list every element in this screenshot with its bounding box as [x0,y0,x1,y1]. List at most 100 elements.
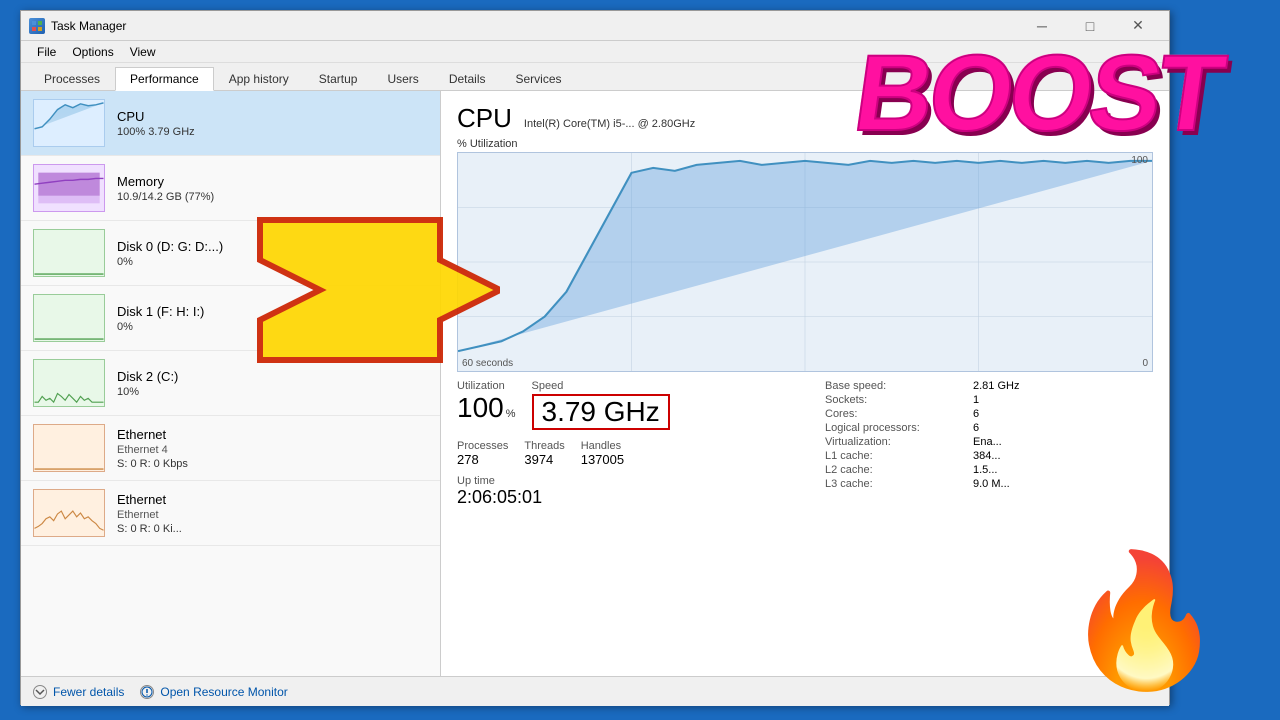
right-panel: CPU Intel(R) Core(TM) i5-... @ 2.80GHz %… [441,91,1169,676]
cpu-title: CPU [457,103,512,134]
tab-performance[interactable]: Performance [115,67,214,91]
resource-monitor-label: Open Resource Monitor [160,685,287,699]
list-item-disk0[interactable]: Disk 0 (D: G: D:...) 0% [21,221,440,286]
virtualization-label: Virtualization: [825,436,965,448]
chart-time-label: 60 seconds [462,358,513,369]
mem-mini-graph [33,164,105,212]
fewer-details-button[interactable]: Fewer details [33,685,124,699]
l1-value: 384... [973,450,1153,462]
virtualization-value: Ena... [973,436,1153,448]
maximize-button[interactable]: □ [1067,12,1113,40]
cpu-name: CPU [117,109,428,124]
cpu-header: CPU Intel(R) Core(TM) i5-... @ 2.80GHz [457,103,1153,134]
handles-label: Handles [581,440,624,452]
cpu-stat: 100% 3.79 GHz [117,126,428,138]
processes-stat: Processes 278 [457,440,508,467]
threads-stat: Threads 3974 [524,440,564,467]
speed-stat-label: Speed [532,380,670,392]
tab-startup[interactable]: Startup [304,66,373,90]
cpu-subtitle: Intel(R) Core(TM) i5-... @ 2.80GHz [524,118,695,130]
processes-value: 278 [457,452,508,467]
tab-details[interactable]: Details [434,66,501,90]
speed-stat: Speed 3.79 GHz [532,380,670,430]
menu-file[interactable]: File [29,43,64,61]
list-item-eth4[interactable]: Ethernet Ethernet 4 S: 0 R: 0 Kbps [21,416,440,481]
eth4-info: Ethernet Ethernet 4 S: 0 R: 0 Kbps [117,427,428,470]
utilization-stat-label: Utilization [457,380,516,392]
statusbar: Fewer details Open Resource Monitor [21,676,1169,706]
menu-view[interactable]: View [122,43,164,61]
right-info: Utilization 100 % Speed 3.79 GHz [457,380,1153,508]
base-speed-value: 2.81 GHz [973,380,1153,392]
right-stats-info: Base speed: 2.81 GHz Sockets: 1 Cores: 6… [825,380,1153,508]
disk2-info: Disk 2 (C:) 10% [117,369,428,398]
menubar: File Options View [21,41,1169,63]
minimize-button[interactable]: ─ [1019,12,1065,40]
mem-info: Memory 10.9/14.2 GB (77%) [117,174,428,203]
utilization-stat-value: 100 [457,394,504,422]
disk1-mini-graph [33,294,105,342]
logical-value: 6 [973,422,1153,434]
utilization-unit: % [506,408,516,420]
cpu-info: CPU 100% 3.79 GHz [117,109,428,138]
left-panel: CPU 100% 3.79 GHz Memory [21,91,441,676]
sockets-value: 1 [973,394,1153,406]
cores-label: Cores: [825,408,965,420]
handles-stat: Handles 137005 [581,440,624,467]
sockets-label: Sockets: [825,394,965,406]
menu-options[interactable]: Options [64,43,121,61]
threads-value: 3974 [524,452,564,467]
task-manager-window: Task Manager ─ □ ✕ File Options View Pro… [20,10,1170,705]
l2-value: 1.5... [973,464,1153,476]
open-resource-monitor-button[interactable]: Open Resource Monitor [140,685,287,699]
cpu-mini-graph [33,99,105,147]
cores-value: 6 [973,408,1153,420]
disk0-name: Disk 0 (D: G: D:...) [117,239,428,254]
utilization-stat: Utilization 100 % [457,380,516,430]
disk2-stat: 10% [117,386,428,398]
close-button[interactable]: ✕ [1115,12,1161,40]
performance-chart: 100 0 60 seconds [457,152,1153,372]
speed-stat-value: 3.79 GHz [542,396,660,427]
threads-label: Threads [524,440,564,452]
eth-subname: Ethernet [117,509,428,521]
list-item-disk2[interactable]: Disk 2 (C:) 10% [21,351,440,416]
chart-min-label: 0 [1142,358,1148,369]
l3-value: 9.0 M... [973,478,1153,490]
list-item-disk1[interactable]: Disk 1 (F: H: I:) 0% [21,286,440,351]
tab-users[interactable]: Users [372,66,433,90]
logical-label: Logical processors: [825,422,965,434]
chart-max-label: 100 [1131,155,1148,166]
app-icon [29,18,45,34]
eth4-mini-graph [33,424,105,472]
disk1-stat: 0% [117,321,428,333]
window-title: Task Manager [51,19,126,33]
mem-name: Memory [117,174,428,189]
disk0-stat: 0% [117,256,428,268]
tab-app-history[interactable]: App history [214,66,304,90]
left-stats: Utilization 100 % Speed 3.79 GHz [457,380,785,508]
list-item-eth[interactable]: Ethernet Ethernet S: 0 R: 0 Ki... [21,481,440,546]
list-item-memory[interactable]: Memory 10.9/14.2 GB (77%) [21,156,440,221]
left-list[interactable]: CPU 100% 3.79 GHz Memory [21,91,440,676]
tabbar: Processes Performance App history Startu… [21,63,1169,91]
processes-label: Processes [457,440,508,452]
mem-stat: 10.9/14.2 GB (77%) [117,191,428,203]
uptime-stat: Up time 2:06:05:01 [457,475,785,508]
base-speed-label: Base speed: [825,380,965,392]
disk2-name: Disk 2 (C:) [117,369,428,384]
info-table: Base speed: 2.81 GHz Sockets: 1 Cores: 6… [825,380,1153,490]
disk1-name: Disk 1 (F: H: I:) [117,304,428,319]
speed-highlight-box: 3.79 GHz [532,394,670,430]
tab-processes[interactable]: Processes [29,66,115,90]
l2-label: L2 cache: [825,464,965,476]
titlebar: Task Manager ─ □ ✕ [21,11,1169,41]
eth-name: Ethernet [117,492,428,507]
titlebar-left: Task Manager [29,18,126,34]
list-item-cpu[interactable]: CPU 100% 3.79 GHz [21,91,440,156]
eth4-stat: S: 0 R: 0 Kbps [117,458,428,470]
main-content: CPU 100% 3.79 GHz Memory [21,91,1169,676]
uptime-label: Up time [457,475,785,487]
tab-services[interactable]: Services [501,66,577,90]
eth4-subname: Ethernet 4 [117,444,428,456]
